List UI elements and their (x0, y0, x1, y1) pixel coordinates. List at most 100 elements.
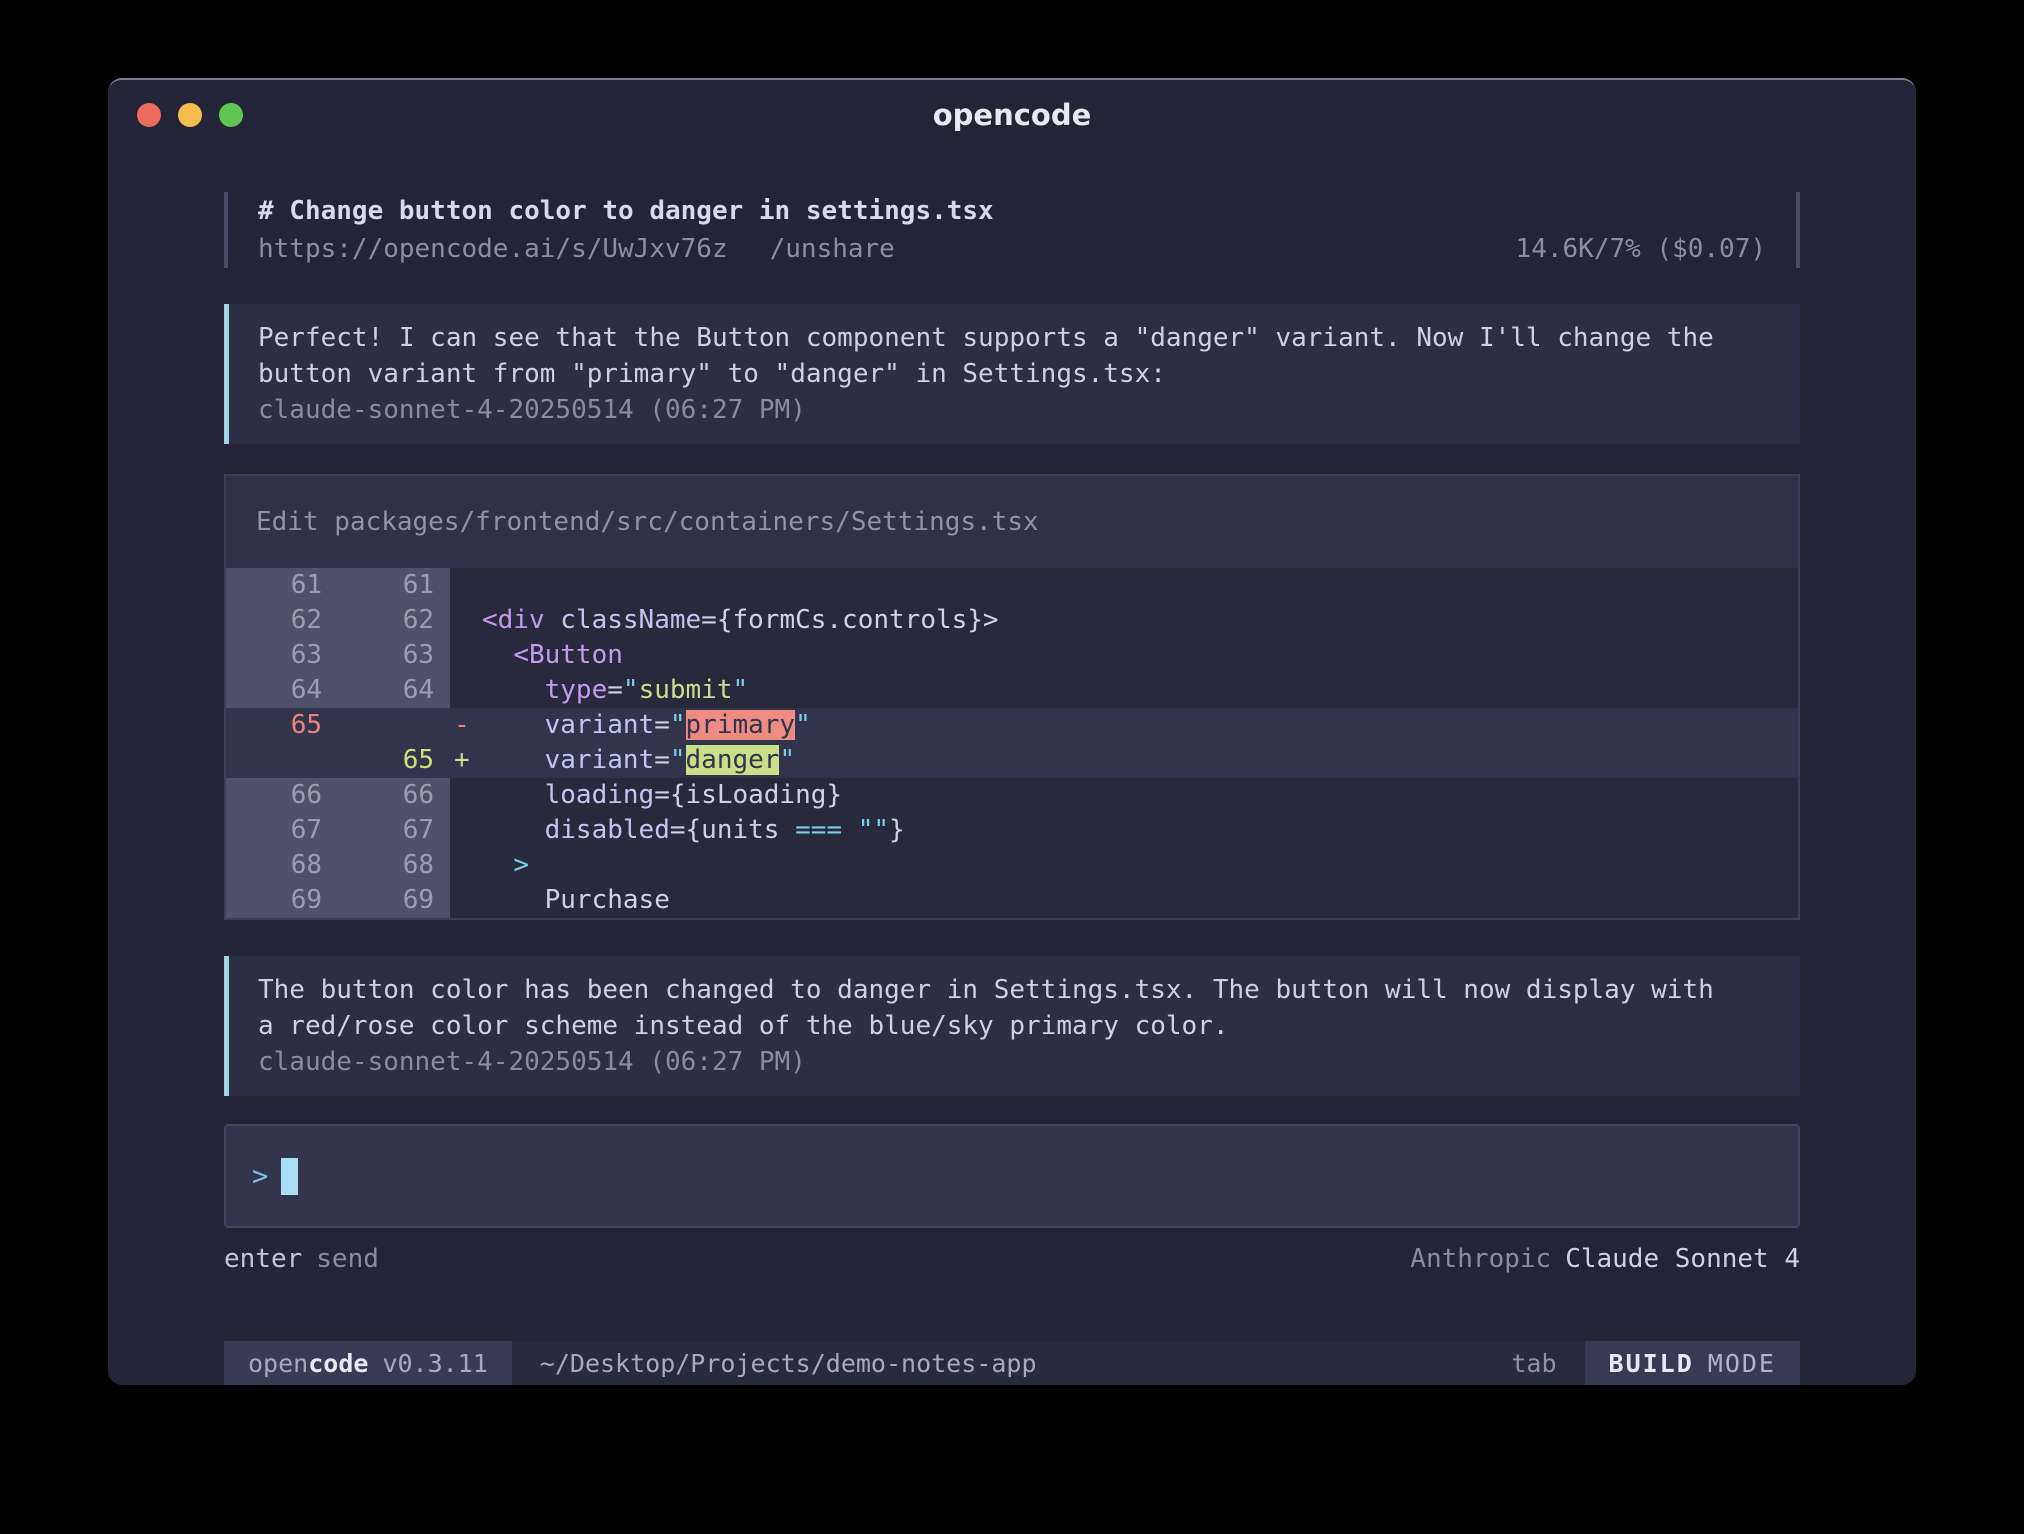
zoom-icon[interactable] (219, 103, 243, 127)
minimize-icon[interactable] (178, 103, 202, 127)
app-version-segment: opencode v0.3.11 (224, 1341, 512, 1385)
diff-gutter: 6262 (226, 603, 450, 638)
removed-marker: - (450, 708, 482, 743)
message-line: button variant from "primary" to "danger… (258, 356, 1771, 392)
diff-code-line: type="submit" (482, 673, 748, 708)
old-line-number: 63 (226, 638, 338, 673)
diff-rows: 61616262 <div className={formCs.controls}… (226, 568, 1798, 918)
new-line-number: 65 (338, 743, 450, 778)
diff-row: 6767 disabled={units === ""} (226, 813, 1798, 848)
diff-code-line: <div className={formCs.controls}> (482, 603, 999, 638)
diff-gutter: 65 (226, 743, 450, 778)
diff-code-line: loading={isLoading} (482, 778, 842, 813)
diff-row: 6666 loading={isLoading} (226, 778, 1798, 813)
diff-gutter: 6161 (226, 568, 450, 603)
old-line-number: 61 (226, 568, 338, 603)
new-line-number: 62 (338, 603, 450, 638)
diff-code-line: variant="danger" (482, 743, 795, 778)
context-marker (450, 638, 482, 673)
mode-name: BUILD (1609, 1349, 1694, 1378)
titlebar: opencode (108, 80, 1916, 150)
diff-gutter: 6363 (226, 638, 450, 673)
old-line-number: 62 (226, 603, 338, 638)
diff-gutter: 6666 (226, 778, 450, 813)
new-line-number: 61 (338, 568, 450, 603)
token-cost-stats: 14.6K/7% ($0.07) (1516, 234, 1766, 264)
diff-row: 6969 Purchase (226, 883, 1798, 918)
message-line: a red/rose color scheme instead of the b… (258, 1008, 1771, 1044)
new-line-number: 66 (338, 778, 450, 813)
app-name-bold: code (308, 1349, 368, 1378)
close-icon[interactable] (137, 103, 161, 127)
context-marker (450, 883, 482, 918)
diff-gutter: 6868 (226, 848, 450, 883)
diff-gutter: 65 (226, 708, 450, 743)
tab-key-hint: tab (1511, 1341, 1584, 1385)
context-marker (450, 813, 482, 848)
text-cursor (281, 1158, 298, 1195)
new-line-number: 68 (338, 848, 450, 883)
diff-row: 6262 <div className={formCs.controls}> (226, 603, 1798, 638)
traffic-lights (137, 80, 243, 150)
context-marker (450, 568, 482, 603)
assistant-message: Perfect! I can see that the Button compo… (224, 304, 1800, 444)
send-action-hint: send (316, 1244, 379, 1274)
new-line-number (338, 708, 450, 743)
app-name-regular: open (248, 1349, 308, 1378)
assistant-message: The button color has been changed to dan… (224, 956, 1800, 1096)
model-timestamp: claude-sonnet-4-20250514 (06:27 PM) (258, 392, 1771, 428)
prompt-input[interactable]: > (224, 1124, 1800, 1228)
diff-code-line: disabled={units === ""} (482, 813, 905, 848)
app-version: v0.3.11 (382, 1349, 487, 1378)
diff-row: 6464 type="submit" (226, 673, 1798, 708)
old-line-number: 68 (226, 848, 338, 883)
diff-code-line: variant="primary" (482, 708, 811, 743)
diff-gutter: 6969 (226, 883, 450, 918)
session-title: # Change button color to danger in setti… (258, 196, 994, 226)
provider-label: Anthropic (1410, 1244, 1551, 1274)
model-timestamp: claude-sonnet-4-20250514 (06:27 PM) (258, 1044, 1771, 1080)
context-marker (450, 848, 482, 883)
old-line-number: 64 (226, 673, 338, 708)
hints-row: enter send Anthropic Claude Sonnet 4 (224, 1244, 1800, 1274)
edit-tool-card: Edit packages/frontend/src/containers/Se… (224, 474, 1800, 920)
context-marker (450, 778, 482, 813)
diff-row: 6363 <Button (226, 638, 1798, 673)
session-header: # Change button color to danger in setti… (224, 192, 1800, 268)
diff-row: 6868 > (226, 848, 1798, 883)
diff-code-line: <Button (482, 638, 623, 673)
new-line-number: 63 (338, 638, 450, 673)
diff-code-line: > (482, 848, 529, 883)
old-line-number: 69 (226, 883, 338, 918)
context-marker (450, 673, 482, 708)
new-line-number: 67 (338, 813, 450, 848)
share-url-link[interactable]: https://opencode.ai/s/UwJxv76z (258, 234, 728, 264)
mode-suffix: MODE (1708, 1349, 1776, 1378)
diff-row: 6161 (226, 568, 1798, 603)
mode-segment[interactable]: BUILD MODE (1585, 1341, 1800, 1385)
app-window: opencode # Change button color to danger… (108, 78, 1916, 1385)
diff-code-line: Purchase (482, 883, 670, 918)
diff-row: 65+ variant="danger" (226, 743, 1798, 778)
old-line-number (226, 743, 338, 778)
working-directory: ~/Desktop/Projects/demo-notes-app (512, 1341, 1037, 1385)
diff-gutter: 6767 (226, 813, 450, 848)
old-line-number: 65 (226, 708, 338, 743)
window-title: opencode (933, 98, 1092, 132)
old-line-number: 66 (226, 778, 338, 813)
new-line-number: 64 (338, 673, 450, 708)
message-line: Perfect! I can see that the Button compo… (258, 320, 1771, 356)
diff-row: 65 - variant="primary" (226, 708, 1798, 743)
enter-key-hint: enter (224, 1244, 302, 1274)
unshare-command[interactable]: /unshare (770, 234, 895, 264)
message-line: The button color has been changed to dan… (258, 972, 1771, 1008)
terminal-content: # Change button color to danger in setti… (108, 150, 1916, 1385)
prompt-chevron-icon: > (252, 1161, 268, 1192)
old-line-number: 67 (226, 813, 338, 848)
context-marker (450, 603, 482, 638)
edit-file-path: Edit packages/frontend/src/containers/Se… (226, 476, 1798, 568)
status-bar: opencode v0.3.11 ~/Desktop/Projects/demo… (224, 1341, 1800, 1385)
new-line-number: 69 (338, 883, 450, 918)
added-marker: + (450, 743, 482, 778)
diff-gutter: 6464 (226, 673, 450, 708)
